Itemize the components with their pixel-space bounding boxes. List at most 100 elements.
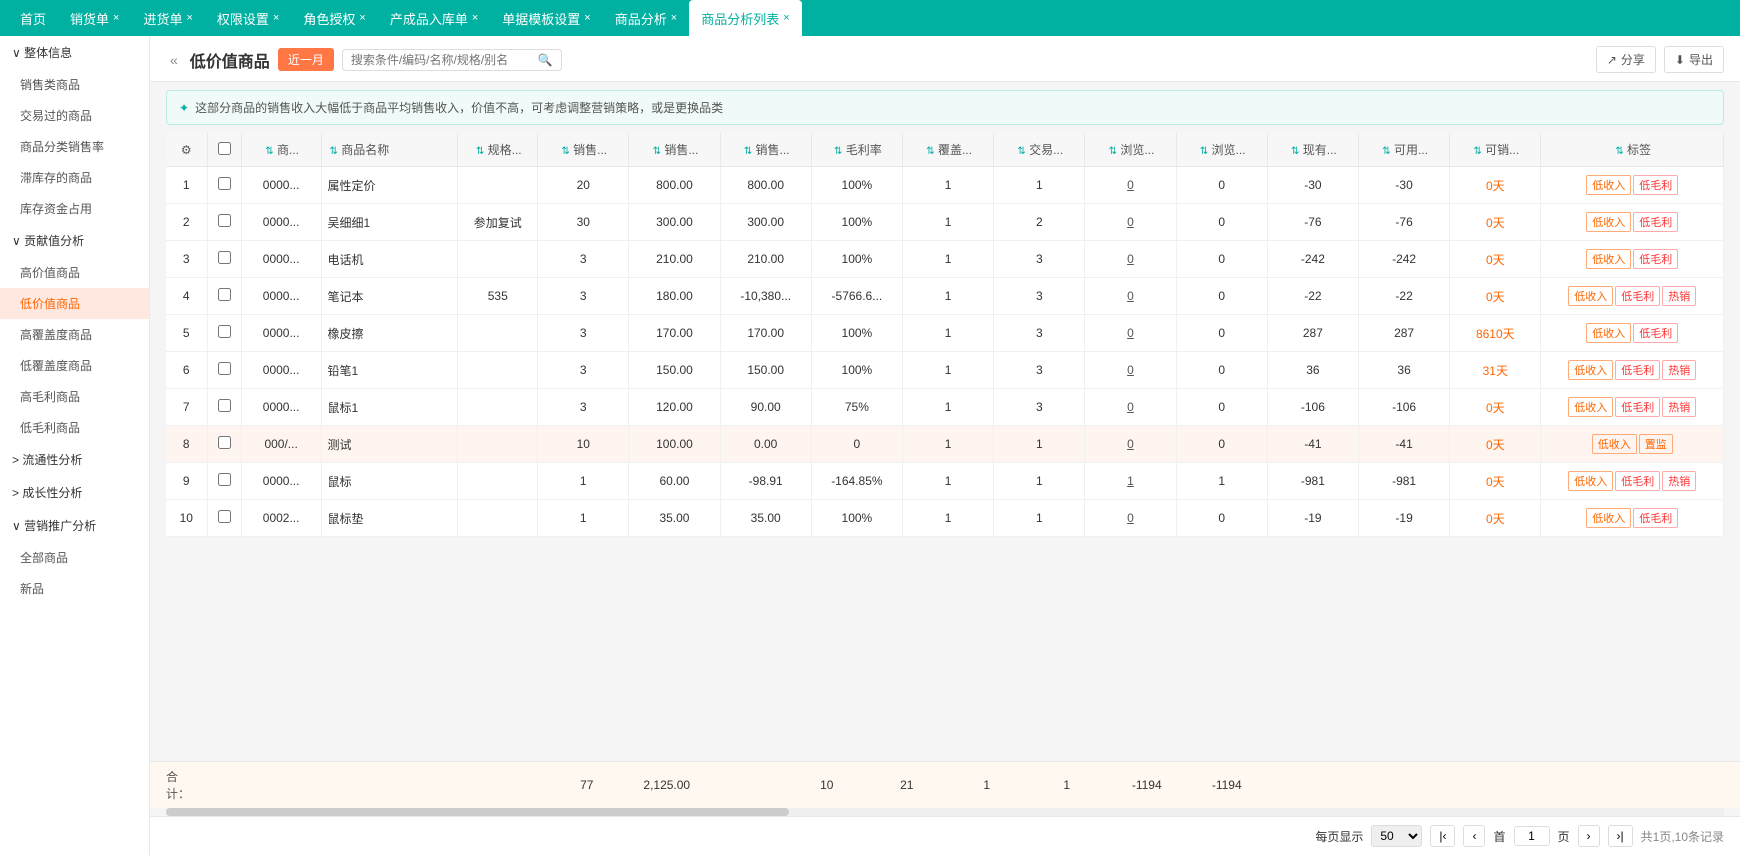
sidebar-item-low-margin[interactable]: 低毛利商品: [0, 412, 149, 443]
search-input[interactable]: [351, 53, 538, 67]
nav-sales-order[interactable]: 销货单 ×: [58, 0, 131, 36]
sidebar-item-all-products[interactable]: 全部商品: [0, 542, 149, 573]
close-icon[interactable]: ×: [584, 12, 590, 24]
browse-count[interactable]: 0: [1085, 389, 1176, 426]
th-setting[interactable]: ⚙: [166, 133, 207, 167]
nav-home[interactable]: 首页: [8, 0, 58, 36]
select-all-checkbox[interactable]: [218, 142, 231, 155]
sidebar-item-high-coverage[interactable]: 高覆盖度商品: [0, 319, 149, 350]
sidebar-item-high-margin[interactable]: 高毛利商品: [0, 381, 149, 412]
browse-count[interactable]: 0: [1085, 204, 1176, 241]
last-page-button[interactable]: ›|: [1608, 825, 1633, 847]
sidebar-collapse-button[interactable]: «: [166, 52, 182, 68]
browse-count[interactable]: 1: [1085, 463, 1176, 500]
browse-count[interactable]: 0: [1085, 167, 1176, 204]
sort-icon[interactable]: ⇅: [1291, 146, 1299, 157]
row-select-checkbox[interactable]: [218, 436, 231, 449]
sort-icon[interactable]: ⇅: [744, 146, 752, 157]
browse-link[interactable]: 1: [1127, 474, 1134, 488]
next-page-button[interactable]: ›: [1578, 825, 1600, 847]
prev-page-button[interactable]: ‹: [1463, 825, 1485, 847]
browse-count[interactable]: 0: [1085, 500, 1176, 537]
sort-icon[interactable]: ⇅: [834, 146, 842, 157]
browse-link[interactable]: 0: [1127, 511, 1134, 525]
sort-icon[interactable]: ⇅: [926, 146, 934, 157]
browse-link[interactable]: 0: [1127, 252, 1134, 266]
sort-icon[interactable]: ⇅: [330, 146, 338, 157]
export-button[interactable]: ⬇ 导出: [1664, 46, 1724, 73]
close-icon[interactable]: ×: [359, 12, 365, 24]
sidebar-item-backlog-products[interactable]: 滞库存的商品: [0, 162, 149, 193]
filter-date-button[interactable]: 近一月: [278, 48, 334, 71]
first-page-button[interactable]: |‹: [1430, 825, 1455, 847]
row-checkbox[interactable]: [207, 500, 241, 537]
row-checkbox[interactable]: [207, 167, 241, 204]
row-select-checkbox[interactable]: [218, 473, 231, 486]
sort-icon[interactable]: ⇅: [1382, 146, 1390, 157]
row-checkbox[interactable]: [207, 426, 241, 463]
close-icon[interactable]: ×: [472, 12, 478, 24]
share-button[interactable]: ↗ 分享: [1596, 46, 1656, 73]
browse-link[interactable]: 0: [1127, 400, 1134, 414]
search-icon[interactable]: 🔍: [538, 53, 553, 67]
row-checkbox[interactable]: [207, 315, 241, 352]
sort-icon[interactable]: ⇅: [1473, 146, 1481, 157]
sort-icon[interactable]: ⇅: [265, 146, 273, 157]
row-checkbox[interactable]: [207, 241, 241, 278]
sidebar-item-traded-products[interactable]: 交易过的商品: [0, 100, 149, 131]
sidebar-group-overall[interactable]: ∨ 整体信息: [0, 36, 149, 69]
browse-count[interactable]: 0: [1085, 426, 1176, 463]
row-checkbox[interactable]: [207, 278, 241, 315]
row-select-checkbox[interactable]: [218, 325, 231, 338]
sidebar-item-low-coverage[interactable]: 低覆盖度商品: [0, 350, 149, 381]
page-number-input[interactable]: [1514, 826, 1550, 846]
nav-product-analysis-list[interactable]: 商品分析列表 ×: [689, 0, 801, 36]
row-checkbox[interactable]: [207, 204, 241, 241]
row-select-checkbox[interactable]: [218, 399, 231, 412]
nav-product-warehouse[interactable]: 产成品入库单 ×: [378, 0, 490, 36]
browse-count[interactable]: 0: [1085, 352, 1176, 389]
browse-link[interactable]: 0: [1127, 289, 1134, 303]
page-size-select[interactable]: 50 100 200: [1371, 825, 1422, 847]
browse-link[interactable]: 0: [1127, 178, 1134, 192]
browse-link[interactable]: 0: [1127, 363, 1134, 377]
row-select-checkbox[interactable]: [218, 288, 231, 301]
row-select-checkbox[interactable]: [218, 177, 231, 190]
sidebar-group-growth[interactable]: > 成长性分析: [0, 476, 149, 509]
sort-icon[interactable]: ⇅: [1200, 146, 1208, 157]
sidebar-group-circulation[interactable]: > 流通性分析: [0, 443, 149, 476]
sidebar-item-inventory-capital[interactable]: 库存资金占用: [0, 193, 149, 224]
close-icon[interactable]: ×: [186, 12, 192, 24]
row-select-checkbox[interactable]: [218, 510, 231, 523]
nav-role-auth[interactable]: 角色授权 ×: [291, 0, 377, 36]
close-icon[interactable]: ×: [273, 12, 279, 24]
browse-count[interactable]: 0: [1085, 315, 1176, 352]
browse-link[interactable]: 0: [1127, 437, 1134, 451]
sidebar-group-contribution[interactable]: ∨ 贡献值分析: [0, 224, 149, 257]
close-icon[interactable]: ×: [783, 12, 789, 24]
sort-icon[interactable]: ⇅: [1017, 146, 1025, 157]
nav-product-analysis[interactable]: 商品分析 ×: [603, 0, 689, 36]
nav-template-settings[interactable]: 单据模板设置 ×: [490, 0, 602, 36]
sort-icon[interactable]: ⇅: [561, 146, 569, 157]
close-icon[interactable]: ×: [113, 12, 119, 24]
sort-icon[interactable]: ⇅: [1109, 146, 1117, 157]
sort-icon[interactable]: ⇅: [476, 146, 484, 157]
browse-count[interactable]: 0: [1085, 241, 1176, 278]
close-icon[interactable]: ×: [671, 12, 677, 24]
sort-icon[interactable]: ⇅: [1615, 146, 1623, 157]
nav-permission-settings[interactable]: 权限设置 ×: [205, 0, 291, 36]
row-select-checkbox[interactable]: [218, 251, 231, 264]
row-checkbox[interactable]: [207, 463, 241, 500]
sidebar-item-low-value[interactable]: 低价值商品: [0, 288, 149, 319]
browse-link[interactable]: 0: [1127, 215, 1134, 229]
sidebar-item-category-sales-rate[interactable]: 商品分类销售率: [0, 131, 149, 162]
sidebar-group-marketing[interactable]: ∨ 营销推广分析: [0, 509, 149, 542]
nav-purchase-order[interactable]: 进货单 ×: [131, 0, 204, 36]
sort-icon[interactable]: ⇅: [653, 146, 661, 157]
row-checkbox[interactable]: [207, 389, 241, 426]
row-select-checkbox[interactable]: [218, 362, 231, 375]
row-checkbox[interactable]: [207, 352, 241, 389]
sidebar-item-new-products[interactable]: 新品: [0, 573, 149, 604]
row-select-checkbox[interactable]: [218, 214, 231, 227]
